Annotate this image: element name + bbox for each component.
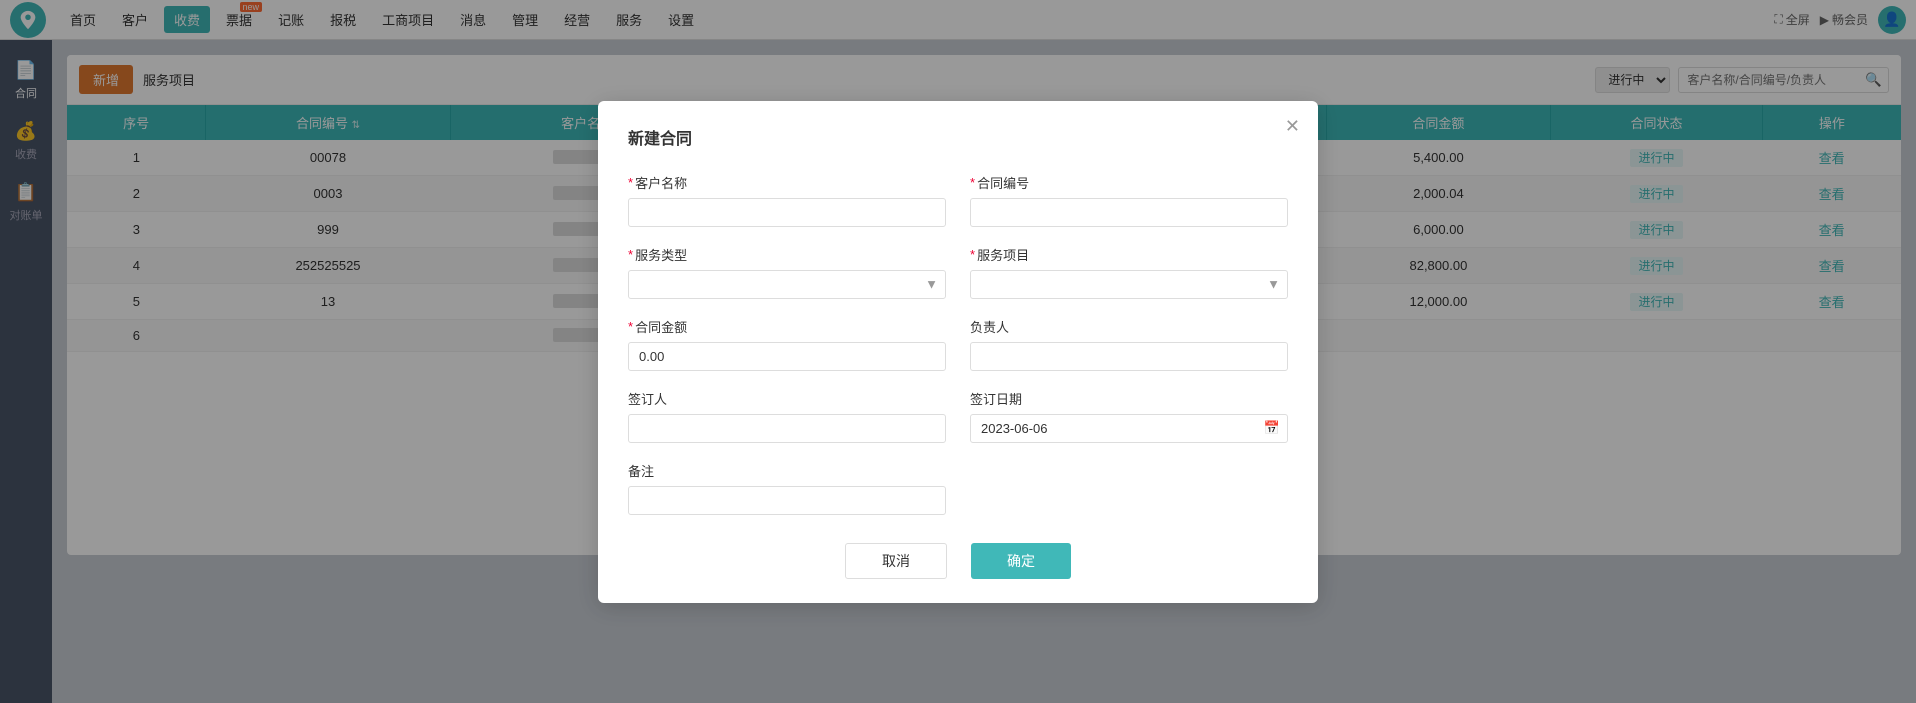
customer-name-label: * 客户名称 [628, 173, 946, 192]
calendar-icon[interactable]: 📅 [1264, 420, 1280, 436]
field-customer-name: * 客户名称 [628, 173, 946, 227]
service-type-select[interactable] [628, 270, 946, 299]
new-contract-dialog: 新建合同 ✕ * 客户名称 * 合同编号 [598, 101, 1318, 603]
service-type-label: * 服务类型 [628, 245, 946, 264]
field-contract-amount: * 合同金额 [628, 317, 946, 371]
modal-overlay[interactable]: 新建合同 ✕ * 客户名称 * 合同编号 [0, 0, 1916, 703]
signer-input[interactable] [628, 414, 946, 443]
contract-no-input[interactable] [970, 198, 1288, 227]
sign-date-label: 签订日期 [970, 389, 1288, 408]
service-type-select-wrapper: ▼ [628, 270, 946, 299]
field-service-type: * 服务类型 ▼ [628, 245, 946, 299]
sign-date-wrapper: 📅 [970, 414, 1288, 443]
contract-amount-label: * 合同金额 [628, 317, 946, 336]
field-responsible: 负责人 [970, 317, 1288, 371]
signer-label: 签订人 [628, 389, 946, 408]
contract-amount-input[interactable] [628, 342, 946, 371]
notes-input[interactable] [628, 486, 946, 515]
sign-date-input[interactable] [970, 414, 1288, 443]
field-notes: 备注 [628, 461, 946, 515]
dialog-title: 新建合同 [628, 125, 1288, 149]
form-row-4: 签订人 签订日期 📅 [628, 389, 1288, 443]
service-item-label: * 服务项目 [970, 245, 1288, 264]
notes-label: 备注 [628, 461, 946, 480]
field-contract-no: * 合同编号 [970, 173, 1288, 227]
service-item-select[interactable] [970, 270, 1288, 299]
field-service-item: * 服务项目 ▼ [970, 245, 1288, 299]
cancel-button[interactable]: 取消 [845, 543, 947, 579]
form-row-1: * 客户名称 * 合同编号 [628, 173, 1288, 227]
form-row-3: * 合同金额 负责人 [628, 317, 1288, 371]
dialog-footer: 取消 确定 [628, 543, 1288, 579]
service-item-select-wrapper: ▼ [970, 270, 1288, 299]
close-icon[interactable]: ✕ [1285, 117, 1300, 135]
contract-no-label: * 合同编号 [970, 173, 1288, 192]
field-sign-date: 签订日期 📅 [970, 389, 1288, 443]
confirm-button[interactable]: 确定 [971, 543, 1071, 579]
form-row-2: * 服务类型 ▼ * 服务项目 [628, 245, 1288, 299]
responsible-input[interactable] [970, 342, 1288, 371]
field-signer: 签订人 [628, 389, 946, 443]
customer-name-input[interactable] [628, 198, 946, 227]
form-row-5: 备注 [628, 461, 1288, 515]
responsible-label: 负责人 [970, 317, 1288, 336]
